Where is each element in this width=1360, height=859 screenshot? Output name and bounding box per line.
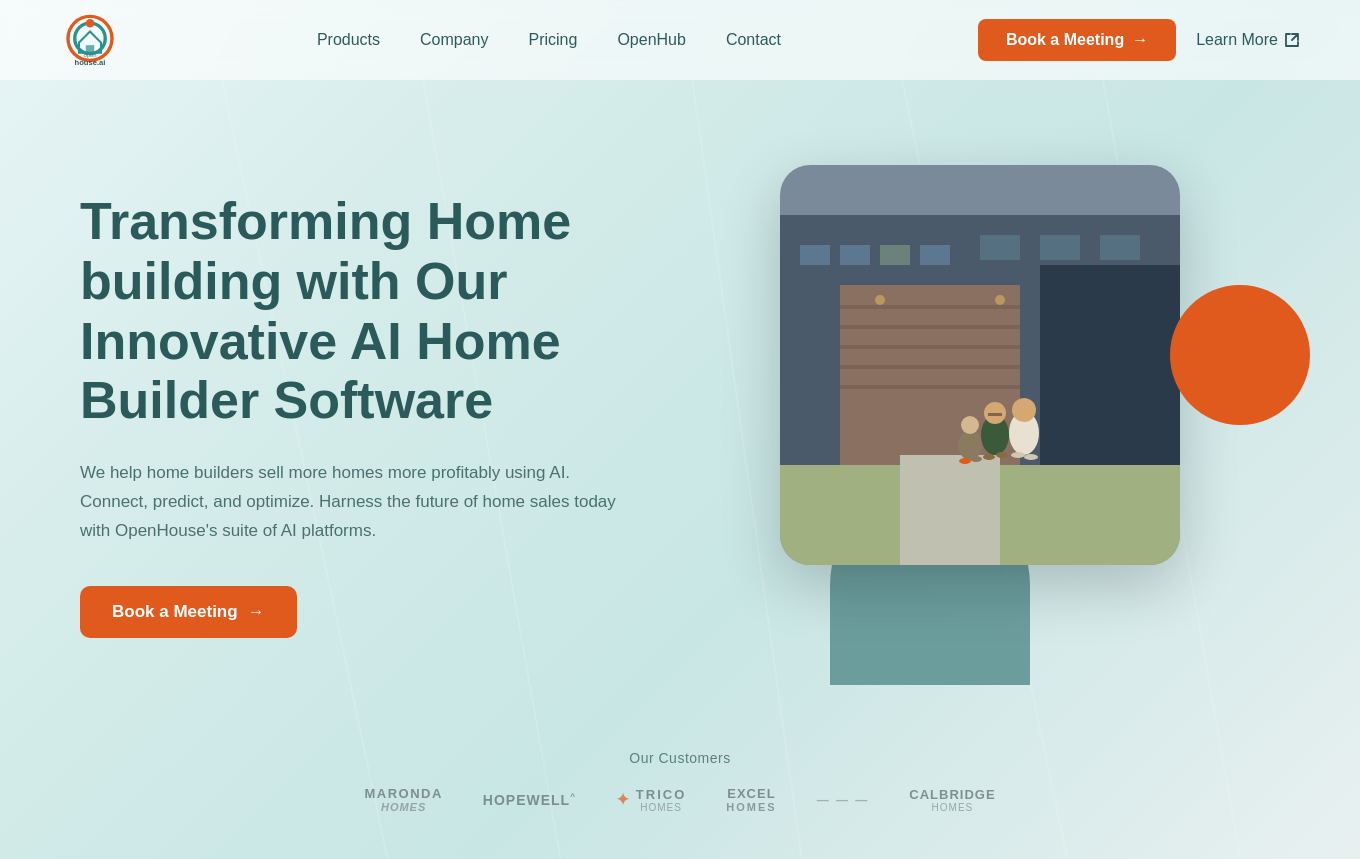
nav-item-products[interactable]: Products <box>317 31 380 49</box>
svg-point-37 <box>875 295 885 305</box>
navbar: house.ai open Products Company Pricing O… <box>0 0 1360 80</box>
orange-circle-decoration <box>1170 285 1310 425</box>
hero-title: Transforming Home building with Our Inno… <box>80 192 660 431</box>
hero-book-meeting-button[interactable]: Book a Meeting → <box>80 586 297 638</box>
customers-section: Our Customers MARONDA Homes Hopewell^ ✦ … <box>0 730 1360 853</box>
customer-logo-hopewell: Hopewell^ <box>483 792 576 808</box>
trico-logo-text: TRICO <box>636 787 686 802</box>
svg-point-36 <box>1024 454 1038 460</box>
hero-illustration <box>780 165 1180 565</box>
svg-rect-16 <box>840 305 1020 309</box>
svg-rect-9 <box>840 245 870 265</box>
excel-logo-text: EXCEL <box>727 786 775 801</box>
hero-section: Transforming Home building with Our Inno… <box>0 80 1360 730</box>
nav-actions: Book a Meeting → Learn More <box>978 19 1300 61</box>
svg-point-25 <box>961 416 979 434</box>
nav-links: Products Company Pricing OpenHub Contact <box>317 31 781 49</box>
svg-rect-23 <box>900 455 1000 565</box>
svg-rect-19 <box>840 365 1020 369</box>
hopewell-logo-text: Hopewell^ <box>483 792 576 808</box>
learn-more-link[interactable]: Learn More <box>1196 31 1300 49</box>
hero-image-container <box>780 165 1180 565</box>
svg-rect-21 <box>1040 265 1180 465</box>
brand-logo: house.ai open <box>60 13 120 68</box>
customer-logo-excel: EXCEL HOMES <box>726 786 776 813</box>
calbridge-logo-text: CALBRIDGE <box>909 787 995 802</box>
svg-point-32 <box>970 456 982 462</box>
arrow-right-icon: → <box>1132 31 1148 49</box>
customer-logo-unknown: — — — <box>817 793 870 807</box>
hero-subtitle: We help home builders sell more homes mo… <box>80 459 620 546</box>
learn-more-label: Learn More <box>1196 31 1278 49</box>
nav-link-contact[interactable]: Contact <box>726 31 781 48</box>
svg-point-34 <box>996 452 1008 458</box>
nav-book-meeting-button[interactable]: Book a Meeting → <box>978 19 1176 61</box>
svg-point-24 <box>958 430 982 460</box>
svg-rect-10 <box>880 245 910 265</box>
svg-point-35 <box>1011 452 1025 458</box>
nav-item-company[interactable]: Company <box>420 31 488 49</box>
external-link-icon <box>1284 32 1300 48</box>
svg-rect-12 <box>980 235 1020 260</box>
hero-image-area <box>780 165 1280 665</box>
customer-logo-calbridge: CALBRIDGE HOMES <box>909 787 995 813</box>
nav-item-contact[interactable]: Contact <box>726 31 781 49</box>
nav-link-pricing[interactable]: Pricing <box>529 31 578 48</box>
maronda-logo-text: MARONDA <box>364 786 442 801</box>
svg-point-30 <box>1012 398 1036 422</box>
nav-item-pricing[interactable]: Pricing <box>529 31 578 49</box>
svg-point-33 <box>983 454 995 460</box>
svg-rect-8 <box>800 245 830 265</box>
nav-item-openhub[interactable]: OpenHub <box>617 31 686 49</box>
nav-book-meeting-label: Book a Meeting <box>1006 31 1124 49</box>
hero-arrow-icon: → <box>248 602 265 622</box>
nav-link-products[interactable]: Products <box>317 31 380 48</box>
svg-point-31 <box>959 458 971 464</box>
customers-logos-container: MARONDA Homes Hopewell^ ✦ TRICO Homes EX… <box>60 786 1300 813</box>
logo-area[interactable]: house.ai open <box>60 13 120 68</box>
svg-rect-17 <box>840 325 1020 329</box>
customers-section-label: Our Customers <box>60 750 1300 766</box>
hero-book-meeting-label: Book a Meeting <box>112 602 238 622</box>
svg-rect-11 <box>920 245 950 265</box>
svg-rect-20 <box>840 385 1020 389</box>
customer-logo-maronda: MARONDA Homes <box>364 786 442 813</box>
svg-rect-13 <box>1040 235 1080 260</box>
unknown-logo-text: — — — <box>817 793 870 807</box>
hero-content-left: Transforming Home building with Our Inno… <box>80 192 660 638</box>
nav-link-openhub[interactable]: OpenHub <box>617 31 686 48</box>
svg-text:house.ai: house.ai <box>75 57 106 66</box>
svg-rect-18 <box>840 345 1020 349</box>
svg-rect-14 <box>1100 235 1140 260</box>
customer-logo-trico: ✦ TRICO Homes <box>616 787 686 813</box>
svg-point-2 <box>86 18 94 26</box>
svg-text:open: open <box>83 52 96 58</box>
nav-link-company[interactable]: Company <box>420 31 488 48</box>
svg-rect-28 <box>988 413 1002 416</box>
svg-point-38 <box>995 295 1005 305</box>
